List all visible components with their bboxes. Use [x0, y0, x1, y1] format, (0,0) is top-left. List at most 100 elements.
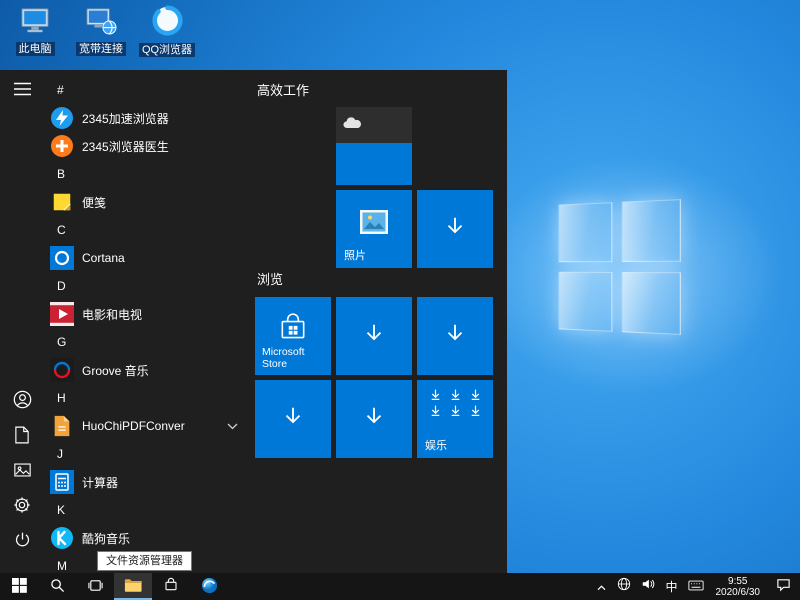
power-button[interactable]	[0, 529, 44, 553]
calculator-icon	[50, 470, 74, 494]
action-center-button[interactable]	[767, 573, 800, 600]
qq-browser-icon	[152, 5, 183, 41]
section-letter[interactable]: K	[44, 496, 250, 524]
app-item-kugou-music[interactable]: 酷狗音乐	[44, 524, 250, 552]
tile-onedrive[interactable]	[336, 107, 412, 185]
2345-doctor-icon	[50, 134, 74, 158]
desktop-icon-this-pc[interactable]: 此电脑	[6, 5, 64, 57]
2345-browser-icon	[50, 106, 74, 130]
start-tiles: 高效工作 照片 浏览 Microsoft Store	[250, 70, 507, 573]
tile-pending-download[interactable]	[417, 190, 493, 268]
app-item-sticky-notes[interactable]: 便笺	[44, 188, 250, 216]
ime-indicator[interactable]: 中	[660, 573, 682, 600]
start-menu-rail	[0, 70, 44, 573]
app-label: 计算器	[82, 474, 118, 491]
desktop-icon-broadband[interactable]: 宽带连接	[72, 5, 130, 57]
task-view-button[interactable]	[76, 573, 114, 600]
desktop: 此电脑 宽带连接 QQ浏览器	[0, 0, 800, 600]
tile-pending-download[interactable]	[255, 380, 331, 458]
tile-pending-download[interactable]	[336, 380, 412, 458]
app-item-movies-tv[interactable]: 电影和电视	[44, 300, 250, 328]
gear-icon	[13, 496, 31, 517]
tile-label: 照片	[344, 247, 366, 263]
desktop-icon-label: QQ浏览器	[139, 43, 195, 57]
app-label: HuoChiPDFConver	[82, 419, 185, 433]
documents-button[interactable]	[0, 424, 44, 448]
app-item-groove-music[interactable]: Groove 音乐	[44, 356, 250, 384]
app-label: 便笺	[82, 194, 106, 211]
app-item-cortana[interactable]: Cortana	[44, 244, 250, 272]
kugou-music-icon	[50, 526, 74, 550]
network-button[interactable]	[612, 573, 636, 600]
tile-group-title[interactable]: 浏览	[257, 269, 283, 288]
windows-start-icon	[12, 578, 27, 596]
windows-logo-pane	[622, 199, 681, 262]
section-letter[interactable]: D	[44, 272, 250, 300]
start-menu: # 2345加速浏览器 2345浏览器医生 B 便笺 C Cortana D	[0, 70, 507, 573]
touch-keyboard-button[interactable]	[683, 573, 709, 600]
microsoft-store-button[interactable]	[152, 573, 190, 600]
chevron-down-icon[interactable]	[227, 423, 238, 430]
app-label: Cortana	[82, 251, 125, 265]
download-arrow-icon	[361, 404, 387, 435]
clock-date: 2020/6/30	[716, 587, 761, 598]
keyboard-icon	[688, 578, 704, 596]
windows-logo-pane	[558, 272, 612, 332]
network-globe-icon	[617, 577, 631, 596]
notification-icon	[776, 577, 791, 597]
mini-download-arrows	[417, 384, 493, 417]
account-button[interactable]	[0, 389, 44, 413]
tile-group-title[interactable]: 高效工作	[257, 80, 309, 99]
download-arrow-icon	[442, 321, 468, 352]
app-item-2345-browser[interactable]: 2345加速浏览器	[44, 104, 250, 132]
desktop-icon-label: 宽带连接	[76, 42, 126, 56]
section-letter[interactable]: G	[44, 328, 250, 356]
groove-music-icon	[50, 358, 74, 382]
download-arrow-icon	[442, 214, 468, 245]
cloud-icon	[336, 107, 412, 143]
tray-overflow-button[interactable]	[591, 573, 612, 600]
desktop-icons: 此电脑 宽带连接 QQ浏览器	[6, 5, 196, 57]
pdf-converter-icon	[50, 414, 74, 438]
system-tray: 中 9:55 2020/6/30	[591, 573, 800, 600]
clock-time: 9:55	[728, 576, 747, 587]
search-button[interactable]	[38, 573, 76, 600]
search-icon	[50, 578, 65, 596]
app-label: 电影和电视	[82, 306, 142, 323]
app-label: Groove 音乐	[82, 362, 149, 379]
tile-pending-download[interactable]	[336, 297, 412, 375]
download-arrow-icon	[280, 404, 306, 435]
section-letter[interactable]: H	[44, 384, 250, 412]
photos-icon	[359, 209, 389, 250]
app-item-huochi-pdf[interactable]: HuoChiPDFConver	[44, 412, 250, 440]
app-label: 2345浏览器医生	[82, 138, 169, 155]
file-explorer-tooltip: 文件资源管理器	[97, 551, 192, 571]
expand-menu-button[interactable]	[0, 78, 44, 102]
tile-microsoft-store[interactable]: Microsoft Store	[255, 297, 331, 375]
browser-globe-icon	[201, 577, 218, 597]
power-icon	[14, 531, 31, 551]
tile-folder-entertainment[interactable]: 娱乐	[417, 380, 493, 458]
file-explorer-button[interactable]	[114, 573, 152, 600]
pictures-button[interactable]	[0, 459, 44, 483]
tile-photos[interactable]: 照片	[336, 190, 412, 268]
section-letter[interactable]: J	[44, 440, 250, 468]
taskbar: 中 9:55 2020/6/30	[0, 573, 800, 600]
desktop-icon-qq-browser[interactable]: QQ浏览器	[138, 5, 196, 57]
start-app-list: # 2345加速浏览器 2345浏览器医生 B 便笺 C Cortana D	[44, 70, 250, 573]
browser-button[interactable]	[190, 573, 228, 600]
section-letter[interactable]: #	[44, 76, 250, 104]
pictures-icon	[14, 463, 31, 480]
broadband-icon	[84, 5, 118, 40]
app-item-calculator[interactable]: 计算器	[44, 468, 250, 496]
folder-icon	[124, 578, 142, 596]
start-button[interactable]	[0, 573, 38, 600]
settings-button[interactable]	[0, 494, 44, 518]
app-item-2345-doctor[interactable]: 2345浏览器医生	[44, 132, 250, 160]
clock[interactable]: 9:55 2020/6/30	[709, 573, 768, 600]
section-letter[interactable]: B	[44, 160, 250, 188]
volume-button[interactable]	[636, 573, 660, 600]
tile-pending-download[interactable]	[417, 297, 493, 375]
section-letter[interactable]: C	[44, 216, 250, 244]
hamburger-icon	[14, 82, 31, 99]
